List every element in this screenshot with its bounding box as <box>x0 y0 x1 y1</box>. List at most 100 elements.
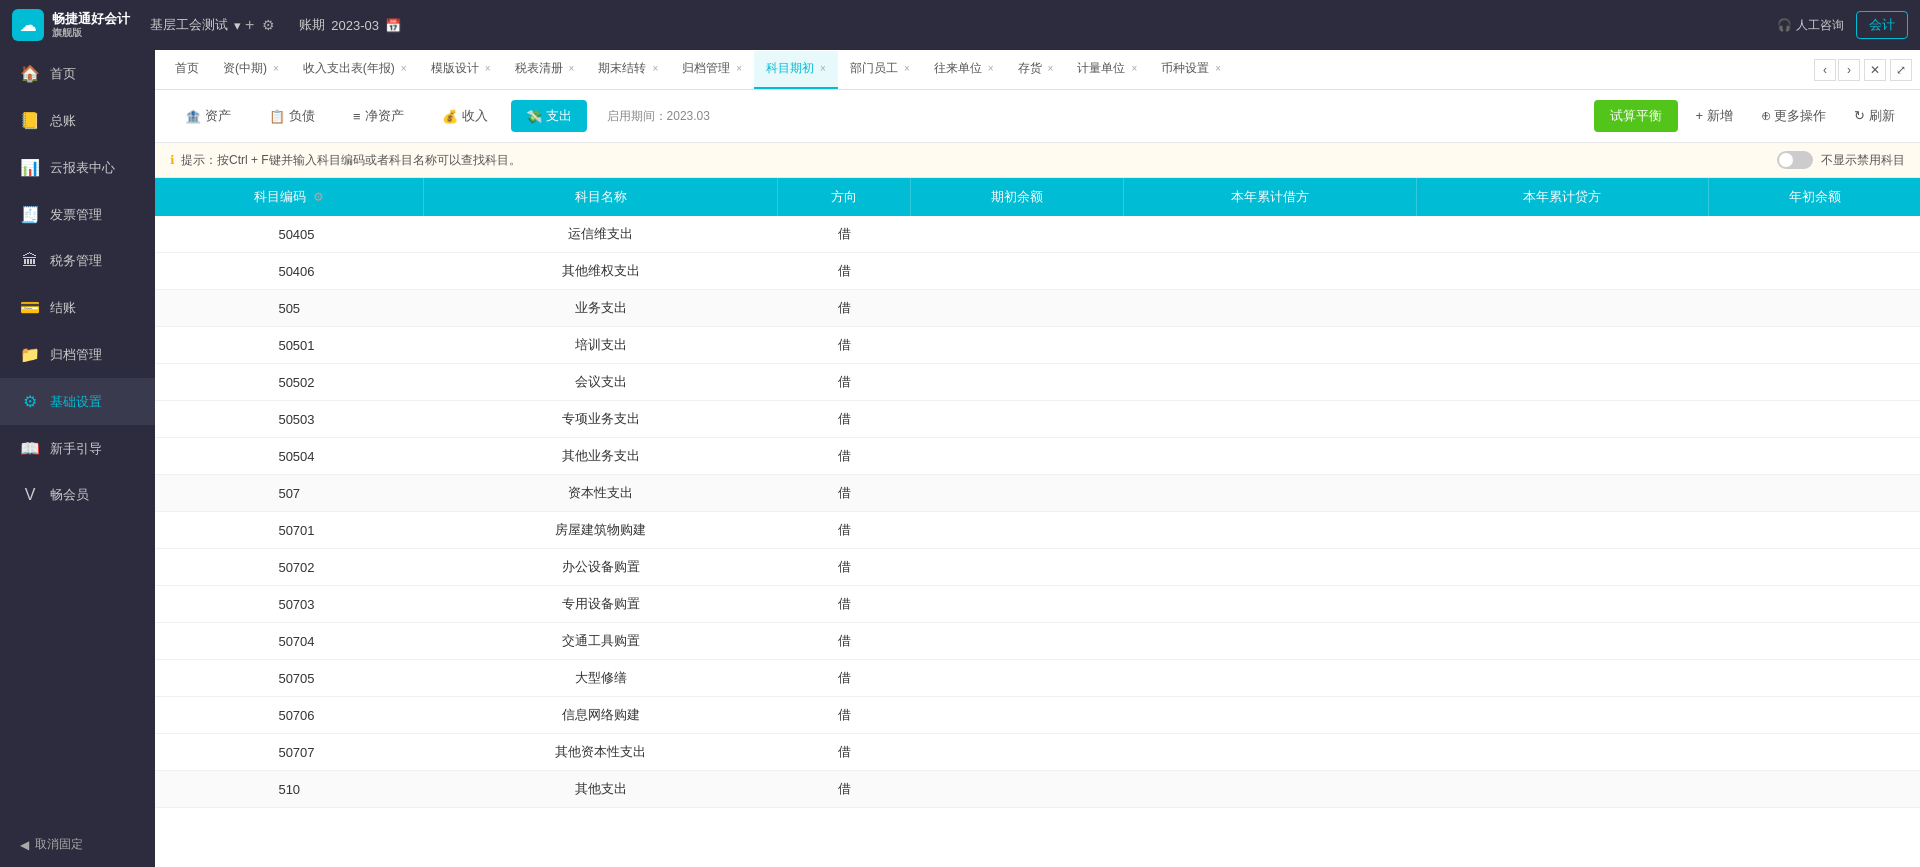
table-row[interactable]: 50704 交通工具购置 借 <box>155 623 1920 660</box>
project-selector[interactable]: 基层工会测试 ▾ <box>150 16 241 34</box>
table-container[interactable]: 科目编码 ⚙ 科目名称 方向 期初余额 本年累计借方 本年累计贷方 年初余额 5… <box>155 178 1920 867</box>
cell-code: 50702 <box>155 549 424 586</box>
period-selector[interactable]: 账期 2023-03 📅 <box>299 16 401 34</box>
topbar-right: 🎧 人工咨询 会计 <box>1777 11 1908 39</box>
tab-close-icon[interactable]: × <box>1048 63 1054 74</box>
cell-code: 505 <box>155 290 424 327</box>
hide-disabled-toggle[interactable] <box>1777 151 1813 169</box>
more-button[interactable]: ⊕ 更多操作 <box>1751 101 1837 131</box>
calc-balance-button[interactable]: 试算平衡 <box>1594 100 1678 132</box>
table-row[interactable]: 510 其他支出 借 <box>155 771 1920 808</box>
table-row[interactable]: 50706 信息网络购建 借 <box>155 697 1920 734</box>
tab-资(中期)[interactable]: 资(中期)× <box>211 51 291 89</box>
cell-code: 50707 <box>155 734 424 771</box>
support-button[interactable]: 🎧 人工咨询 <box>1777 17 1844 34</box>
gear-icon[interactable]: ⚙ <box>313 190 324 204</box>
col-year-opening: 年初余额 <box>1709 178 1920 216</box>
table-row[interactable]: 505 业务支出 借 <box>155 290 1920 327</box>
cell-ytd-credit <box>1416 253 1709 290</box>
cell-name: 房屋建筑物购建 <box>424 512 778 549</box>
tab-首页[interactable]: 首页 <box>163 51 211 89</box>
tab-期末结转[interactable]: 期末结转× <box>586 51 670 89</box>
cell-opening-balance <box>911 475 1124 512</box>
sidebar-item-新手引导[interactable]: 📖新手引导 <box>0 425 155 472</box>
cell-year-opening <box>1709 401 1920 438</box>
table-row[interactable]: 50504 其他业务支出 借 <box>155 438 1920 475</box>
topbar: ☁ 畅捷通好会计 旗舰版 基层工会测试 ▾ + ⚙ 账期 2023-03 📅 🎧… <box>0 0 1920 50</box>
sidebar-item-首页[interactable]: 🏠首页 <box>0 50 155 97</box>
table-row[interactable]: 507 资本性支出 借 <box>155 475 1920 512</box>
sub-tab-净资产[interactable]: ≡净资产 <box>338 100 419 132</box>
tab-币种设置[interactable]: 币种设置× <box>1149 51 1233 89</box>
table-row[interactable]: 50707 其他资本性支出 借 <box>155 734 1920 771</box>
tabs-close-button[interactable]: ✕ <box>1864 59 1886 81</box>
table-row[interactable]: 50705 大型修缮 借 <box>155 660 1920 697</box>
sidebar-item-发票管理[interactable]: 🧾发票管理 <box>0 191 155 238</box>
cell-opening-balance <box>911 290 1124 327</box>
add-button[interactable]: + 新增 <box>1686 101 1743 131</box>
tab-收入支出表(年报)[interactable]: 收入支出表(年报)× <box>291 51 419 89</box>
table-row[interactable]: 50501 培训支出 借 <box>155 327 1920 364</box>
tab-close-icon[interactable]: × <box>1131 63 1137 74</box>
sidebar-item-税务管理[interactable]: 🏛税务管理 <box>0 238 155 284</box>
sidebar-icon: 📒 <box>20 111 40 130</box>
cell-ytd-debit <box>1123 549 1416 586</box>
tab-close-icon[interactable]: × <box>273 63 279 74</box>
tab-close-icon[interactable]: × <box>820 63 826 74</box>
project-dropdown-icon[interactable]: ▾ <box>234 18 241 33</box>
sub-tab-负债[interactable]: 📋负债 <box>254 100 330 132</box>
tab-归档管理[interactable]: 归档管理× <box>670 51 754 89</box>
sub-tab-收入[interactable]: 💰收入 <box>427 100 503 132</box>
calendar-icon[interactable]: 📅 <box>385 18 401 33</box>
sidebar-collapse-button[interactable]: ◀ 取消固定 <box>0 822 155 867</box>
tab-计量单位[interactable]: 计量单位× <box>1065 51 1149 89</box>
tab-存货[interactable]: 存货× <box>1006 51 1066 89</box>
tab-close-icon[interactable]: × <box>1215 63 1221 74</box>
tab-往来单位[interactable]: 往来单位× <box>922 51 1006 89</box>
refresh-button[interactable]: ↻ 刷新 <box>1844 101 1905 131</box>
table-row[interactable]: 50406 其他维权支出 借 <box>155 253 1920 290</box>
cell-direction: 借 <box>778 253 911 290</box>
logo-main: 畅捷通好会计 <box>52 11 130 27</box>
table-row[interactable]: 50702 办公设备购置 借 <box>155 549 1920 586</box>
col-direction: 方向 <box>778 178 911 216</box>
col-opening-balance: 期初余额 <box>911 178 1124 216</box>
tab-close-icon[interactable]: × <box>988 63 994 74</box>
tab-模版设计[interactable]: 模版设计× <box>419 51 503 89</box>
sidebar-item-结账[interactable]: 💳结账 <box>0 284 155 331</box>
table-row[interactable]: 50701 房屋建筑物购建 借 <box>155 512 1920 549</box>
cell-year-opening <box>1709 549 1920 586</box>
tab-科目期初[interactable]: 科目期初× <box>754 51 838 89</box>
tabs-expand-button[interactable]: ⤢ <box>1890 59 1912 81</box>
sidebar-item-基础设置[interactable]: ⚙基础设置 <box>0 378 155 425</box>
tab-部门员工[interactable]: 部门员工× <box>838 51 922 89</box>
tab-税表清册[interactable]: 税表清册× <box>503 51 587 89</box>
tab-close-icon[interactable]: × <box>485 63 491 74</box>
tab-close-icon[interactable]: × <box>569 63 575 74</box>
tabs-prev-button[interactable]: ‹ <box>1814 59 1836 81</box>
sidebar-icon: 🧾 <box>20 205 40 224</box>
tab-close-icon[interactable]: × <box>736 63 742 74</box>
sidebar-item-总账[interactable]: 📒总账 <box>0 97 155 144</box>
table-row[interactable]: 50503 专项业务支出 借 <box>155 401 1920 438</box>
cell-opening-balance <box>911 216 1124 253</box>
tip-bar: ℹ 提示：按Ctrl + F键并输入科目编码或者科目名称可以查找科目。 不显示禁… <box>155 143 1920 178</box>
tab-close-icon[interactable]: × <box>652 63 658 74</box>
tab-close-icon[interactable]: × <box>401 63 407 74</box>
cell-name: 办公设备购置 <box>424 549 778 586</box>
table-row[interactable]: 50703 专用设备购置 借 <box>155 586 1920 623</box>
add-tab-button[interactable]: + <box>241 16 258 34</box>
table-row[interactable]: 50405 运信维支出 借 <box>155 216 1920 253</box>
tabs-next-button[interactable]: › <box>1838 59 1860 81</box>
tab-close-icon[interactable]: × <box>904 63 910 74</box>
table-row[interactable]: 50502 会议支出 借 <box>155 364 1920 401</box>
sidebar-item-云报表中心[interactable]: 📊云报表中心 <box>0 144 155 191</box>
sub-tab-支出[interactable]: 💸支出 <box>511 100 587 132</box>
sidebar-item-归档管理[interactable]: 📁归档管理 <box>0 331 155 378</box>
account-button[interactable]: 会计 <box>1856 11 1908 39</box>
sidebar-label: 结账 <box>50 299 76 317</box>
sub-tab-资产[interactable]: 🏦资产 <box>170 100 246 132</box>
sidebar-item-畅会员[interactable]: V畅会员 <box>0 472 155 518</box>
settings-icon[interactable]: ⚙ <box>258 17 279 33</box>
cell-ytd-debit <box>1123 401 1416 438</box>
